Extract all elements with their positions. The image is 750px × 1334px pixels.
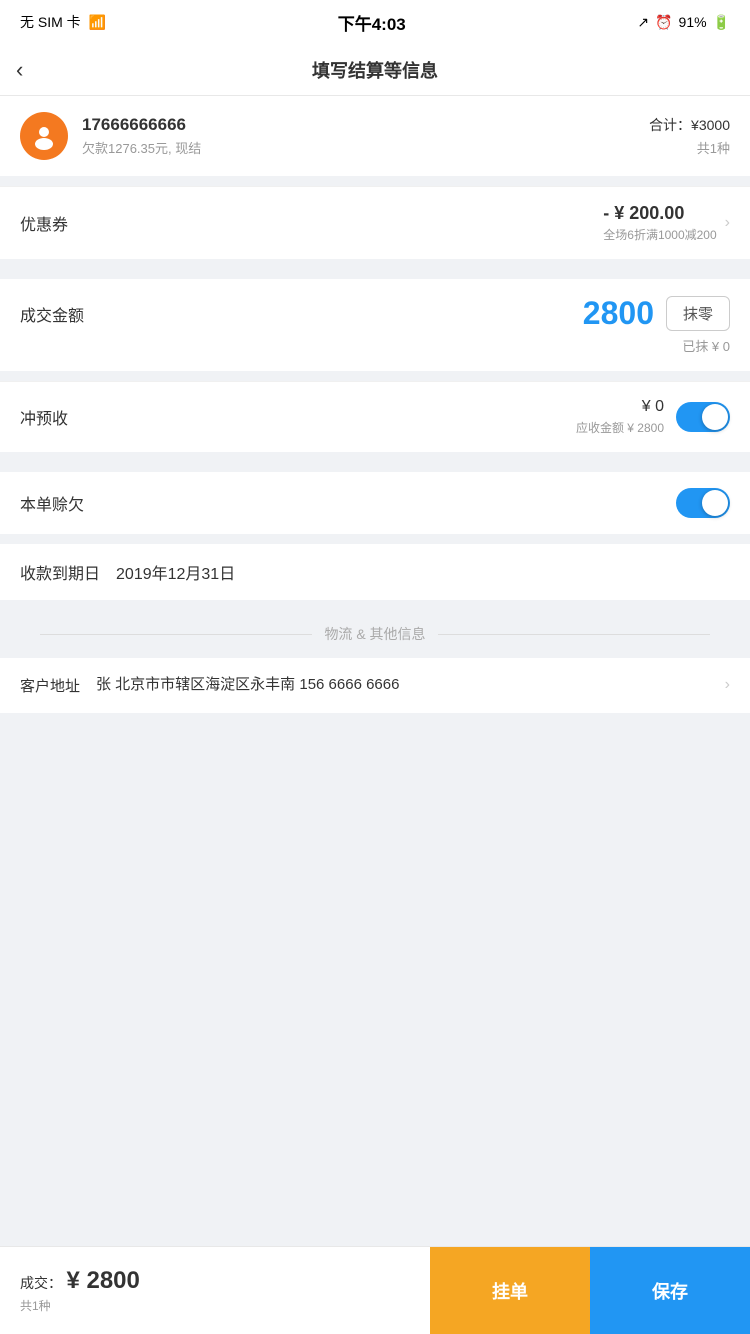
- debt-toggle[interactable]: [676, 488, 730, 518]
- avatar: [20, 112, 68, 160]
- nav-bar: ‹ 填写结算等信息: [0, 44, 750, 96]
- customer-phone: 17666666666: [82, 115, 201, 135]
- logistics-header-text: 物流 & 其他信息: [312, 624, 437, 644]
- customer-left: 17666666666 欠款1276.35元, 现结: [20, 112, 201, 160]
- address-value: 张 北京市市辖区海淀区永丰南 156 6666 6666: [96, 674, 725, 697]
- deal-amount-value: 2800: [583, 295, 654, 332]
- status-time: 下午4:03: [338, 10, 406, 35]
- deal-right: 2800 抹零: [583, 295, 730, 332]
- round-zero-button[interactable]: 抹零: [666, 296, 730, 331]
- bottom-deal-amount: ¥ 2800: [66, 1267, 139, 1294]
- battery-icon: 🔋: [713, 14, 730, 31]
- coupon-right: - ¥ 200.00 全场6折满1000减200 ›: [603, 203, 730, 243]
- pre-collect-label: 冲预收: [20, 405, 68, 429]
- deal-amount-section: 成交金额 2800 抹零 已抹 ¥ 0: [0, 279, 750, 371]
- logistics-header: 物流 & 其他信息: [0, 610, 750, 658]
- deal-label: 成交金额: [20, 302, 84, 326]
- coupon-amount: - ¥ 200.00: [603, 203, 716, 224]
- wifi-icon: 📶: [89, 14, 106, 31]
- back-button[interactable]: ‹: [16, 57, 23, 83]
- customer-info: 17666666666 欠款1276.35元, 现结: [82, 115, 201, 157]
- page-title: 填写结算等信息: [312, 57, 438, 83]
- total-label: 合计：¥3000: [649, 115, 730, 135]
- address-chevron: ›: [725, 676, 730, 694]
- coupon-label: 优惠券: [20, 211, 68, 235]
- save-button[interactable]: 保存: [590, 1247, 750, 1334]
- deal-amount-row: 成交金额 2800 抹零: [20, 295, 730, 332]
- bottom-bar: 成交： ¥ 2800 共1种 挂单 保存: [0, 1246, 750, 1334]
- debt-label: 本单赊欠: [20, 491, 84, 515]
- no-sim-text: 无 SIM 卡: [20, 12, 81, 32]
- duedate-value: 2019年12月31日: [116, 560, 235, 584]
- duedate-section: 收款到期日 2019年12月31日: [0, 544, 750, 600]
- bottom-deal-count: 共1种: [20, 1297, 410, 1314]
- total-count: 共1种: [649, 138, 730, 157]
- address-section[interactable]: 客户地址 张 北京市市辖区海淀区永丰南 156 6666 6666 ›: [0, 658, 750, 713]
- debt-section: 本单赊欠: [0, 472, 750, 534]
- hang-button[interactable]: 挂单: [430, 1247, 590, 1334]
- section-divider-1: [0, 269, 750, 279]
- status-bar: 无 SIM 卡 📶 下午4:03 ↗ ⏰ 91% 🔋: [0, 0, 750, 44]
- duedate-label: 收款到期日: [20, 560, 100, 584]
- pre-collect-amount: ¥ 0: [576, 398, 664, 416]
- pre-collect-sub: 应收金额 ¥ 2800: [576, 419, 664, 436]
- duedate-row: 收款到期日 2019年12月31日: [20, 560, 730, 584]
- status-left: 无 SIM 卡 📶: [20, 12, 106, 32]
- coupon-desc: 全场6折满1000减200: [603, 226, 716, 243]
- alarm-icon: ⏰: [655, 14, 672, 31]
- deal-sub: 已抹 ¥ 0: [20, 336, 730, 355]
- content-area: 17666666666 欠款1276.35元, 现结 合计：¥3000 共1种 …: [0, 96, 750, 813]
- coupon-chevron: ›: [725, 214, 730, 232]
- customer-right: 合计：¥3000 共1种: [649, 115, 730, 157]
- bottom-summary: 成交： ¥ 2800 共1种: [0, 1267, 430, 1314]
- bottom-deal-label: 成交：: [20, 1275, 62, 1291]
- customer-row: 17666666666 欠款1276.35元, 现结 合计：¥3000 共1种: [0, 96, 750, 176]
- coupon-row[interactable]: 优惠券 - ¥ 200.00 全场6折满1000减200 ›: [0, 186, 750, 259]
- location-icon: ↗: [637, 14, 649, 31]
- pre-collect-right: ¥ 0 应收金额 ¥ 2800: [576, 398, 730, 436]
- battery-text: 91%: [679, 14, 707, 30]
- pre-collect-section: 冲预收 ¥ 0 应收金额 ¥ 2800: [0, 381, 750, 452]
- status-right: ↗ ⏰ 91% 🔋: [637, 14, 730, 31]
- section-divider-2: [0, 462, 750, 472]
- pre-collect-row: 冲预收 ¥ 0 应收金额 ¥ 2800: [20, 398, 730, 436]
- address-label: 客户地址: [20, 675, 80, 696]
- pre-collect-toggle[interactable]: [676, 402, 730, 432]
- customer-sub: 欠款1276.35元, 现结: [82, 138, 201, 157]
